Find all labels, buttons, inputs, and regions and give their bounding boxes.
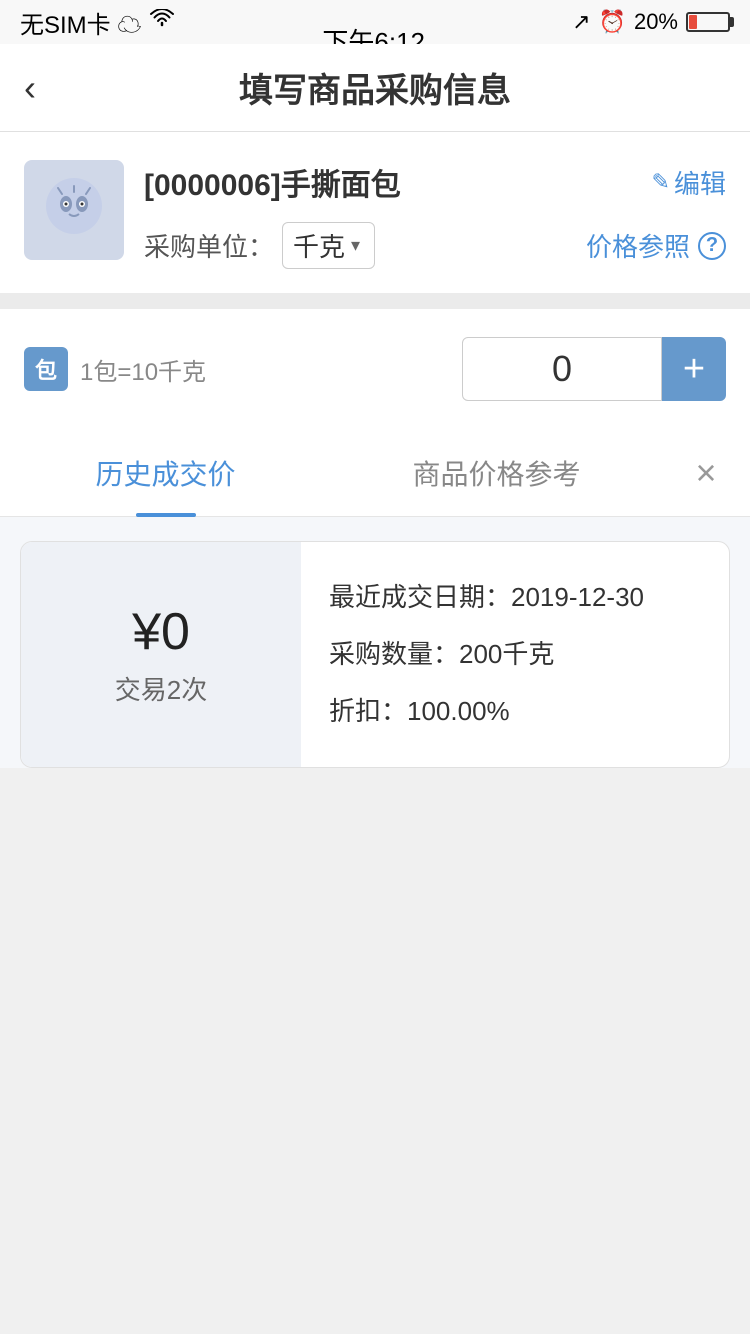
purchase-qty-value: 200千克: [459, 639, 554, 669]
recent-date-row: 最近成交日期：2019-12-30: [329, 578, 701, 617]
status-bar: 无SIM卡 ☁ 下午6:12 ↗ ⏰ 20%: [0, 0, 750, 44]
tabs-section: 历史成交价 商品价格参考 × ¥0 交易2次 最近成交日期：2019-12-30…: [0, 429, 750, 768]
edit-button[interactable]: ✎ 编辑: [652, 164, 726, 201]
transaction-right: 最近成交日期：2019-12-30 采购数量：200千克 折扣：100.00%: [301, 542, 729, 767]
carrier-text: 无SIM卡 ☁: [20, 5, 141, 40]
tab-active-indicator: [136, 513, 196, 517]
tab-history-price-label: 历史成交价: [95, 453, 235, 493]
product-image: [24, 160, 124, 260]
back-button[interactable]: ‹: [24, 67, 36, 109]
edit-label: 编辑: [674, 164, 726, 201]
location-icon: ↗: [572, 9, 590, 35]
quantity-plus-button[interactable]: +: [662, 337, 726, 401]
product-thumbnail-icon: [44, 176, 104, 245]
dropdown-arrow-icon: ▾: [351, 235, 360, 256]
product-name: [0000006]手撕面包: [144, 160, 401, 204]
section-divider: [0, 293, 750, 309]
unit-badge: 包: [24, 347, 68, 391]
wifi-icon: [149, 8, 175, 36]
price-ref-label: 价格参照: [586, 227, 690, 264]
quantity-input-row: 0 +: [462, 337, 726, 401]
quantity-left: 包 1包=10千克: [24, 347, 206, 391]
transaction-left: ¥0 交易2次: [21, 542, 301, 767]
price-reference-button[interactable]: 价格参照 ?: [586, 227, 726, 264]
battery-icon: [686, 12, 730, 32]
status-left: 无SIM卡 ☁: [20, 5, 175, 40]
tabs-bar: 历史成交价 商品价格参考 ×: [0, 429, 750, 517]
edit-icon: ✎: [652, 169, 670, 195]
status-right: ↗ ⏰ 20%: [572, 9, 730, 35]
tab-close-button[interactable]: ×: [662, 429, 750, 517]
transaction-count: 交易2次: [115, 670, 207, 707]
unit-value: 千克: [293, 227, 345, 264]
page-title: 填写商品采购信息: [239, 63, 511, 112]
discount-value: 100.00%: [407, 696, 510, 726]
purchase-qty-row: 采购数量：200千克: [329, 635, 701, 674]
tab-product-price-label: 商品价格参考: [412, 453, 580, 493]
nav-bar: ‹ 填写商品采购信息: [0, 44, 750, 132]
battery-percent: 20%: [634, 9, 678, 35]
product-card: [0000006]手撕面包 ✎ 编辑 采购单位： 千克 ▾ 价格参照 ?: [0, 132, 750, 293]
product-info: [0000006]手撕面包 ✎ 编辑 采购单位： 千克 ▾ 价格参照 ?: [144, 160, 726, 269]
help-icon: ?: [698, 232, 726, 260]
quantity-input[interactable]: 0: [462, 337, 662, 401]
unit-label-text: 采购单位：: [144, 227, 274, 264]
discount-row: 折扣：100.00%: [329, 692, 701, 731]
unit-dropdown[interactable]: 千克 ▾: [282, 222, 375, 269]
transaction-price: ¥0: [132, 602, 190, 662]
quantity-row: 包 1包=10千克 0 +: [0, 309, 750, 429]
tab-product-price[interactable]: 商品价格参考: [331, 429, 662, 517]
alarm-icon: ⏰: [599, 9, 626, 35]
discount-label: 折扣：: [329, 696, 407, 726]
unit-label: 采购单位： 千克 ▾: [144, 222, 375, 269]
transaction-card: ¥0 交易2次 最近成交日期：2019-12-30 采购数量：200千克 折扣：…: [20, 541, 730, 768]
unit-conversion: 1包=10千克: [80, 352, 206, 387]
recent-date-label: 最近成交日期：: [329, 582, 511, 612]
tab-history-price[interactable]: 历史成交价: [0, 429, 331, 517]
recent-date-value: 2019-12-30: [511, 582, 644, 612]
purchase-qty-label: 采购数量：: [329, 639, 459, 669]
